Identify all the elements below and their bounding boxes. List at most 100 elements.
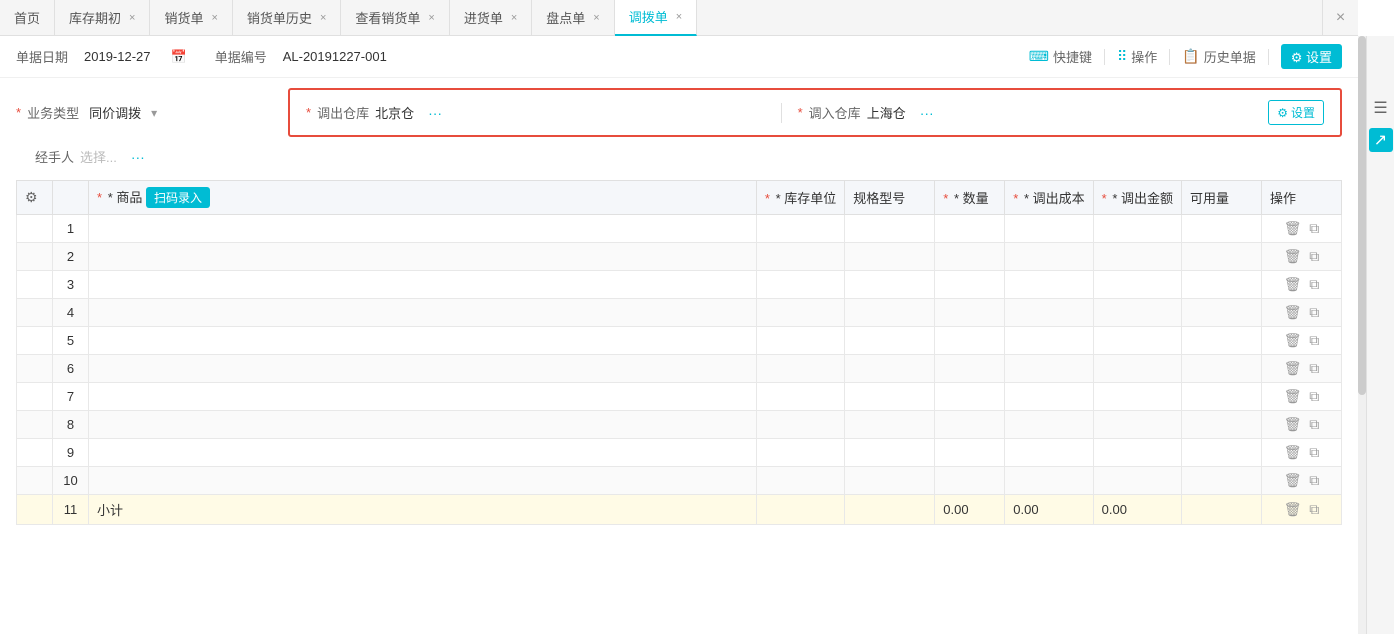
row-copy-icon[interactable]: ⧉ [1309, 472, 1319, 488]
row-product[interactable] [89, 215, 757, 243]
row-spec[interactable] [845, 271, 935, 299]
transfer-out-more[interactable]: ··· [428, 105, 442, 121]
row-unit[interactable] [756, 411, 844, 439]
row-delete-icon[interactable]: 🗑 [1284, 276, 1302, 292]
sidebar-list-icon[interactable]: ☰ [1369, 96, 1393, 120]
row-cost[interactable] [1005, 215, 1093, 243]
row-cost[interactable] [1005, 355, 1093, 383]
row-qty[interactable] [935, 383, 1005, 411]
tab-view-sales-close[interactable]: × [428, 12, 434, 24]
tab-bar-close-btn[interactable]: × [1322, 0, 1358, 36]
row-copy-icon[interactable]: ⧉ [1309, 276, 1319, 292]
row-copy-icon[interactable]: ⧉ [1309, 444, 1319, 460]
row-qty[interactable] [935, 271, 1005, 299]
row-product[interactable] [89, 411, 757, 439]
tab-sales-order[interactable]: 销货单 × [150, 0, 232, 36]
settings-btn[interactable]: ⚙ 设置 [1281, 44, 1342, 69]
row-spec[interactable] [845, 215, 935, 243]
tab-purchase-order[interactable]: 进货单 × [450, 0, 532, 36]
row-spec[interactable] [845, 439, 935, 467]
warehouse-settings-btn[interactable]: ⚙ 设置 [1268, 100, 1324, 125]
row-product[interactable] [89, 439, 757, 467]
row-qty[interactable] [935, 467, 1005, 495]
tab-transfer[interactable]: 调拨单 × [615, 0, 697, 36]
transfer-in-value[interactable]: 上海仓 [867, 103, 906, 122]
row-delete-icon[interactable]: 🗑 [1284, 332, 1302, 348]
row-cost[interactable] [1005, 271, 1093, 299]
row-qty[interactable] [935, 411, 1005, 439]
business-type-value[interactable]: 同价调拨 [85, 101, 145, 124]
row-delete-icon[interactable]: 🗑 [1284, 360, 1302, 376]
row-amount[interactable] [1093, 411, 1181, 439]
row-delete-icon[interactable]: 🗑 [1284, 388, 1302, 404]
transfer-out-value[interactable]: 北京仓 [375, 103, 414, 122]
row-cost[interactable] [1005, 299, 1093, 327]
row-unit[interactable] [756, 467, 844, 495]
operations-btn[interactable]: ⠿ 操作 [1117, 47, 1157, 66]
shortcut-btn[interactable]: ⌨ 快捷键 [1029, 47, 1092, 66]
row-delete-icon[interactable]: 🗑 [1284, 501, 1302, 517]
scroll-track[interactable] [1358, 36, 1366, 634]
row-unit[interactable] [756, 327, 844, 355]
row-copy-icon[interactable]: ⧉ [1309, 360, 1319, 376]
row-cost[interactable] [1005, 327, 1093, 355]
business-type-dropdown[interactable]: ▾ [151, 106, 157, 120]
row-copy-icon[interactable]: ⧉ [1309, 416, 1319, 432]
operator-more[interactable]: ··· [131, 149, 145, 165]
table-gear-icon[interactable]: ⚙ [25, 189, 38, 205]
row-unit[interactable] [756, 383, 844, 411]
row-amount[interactable] [1093, 299, 1181, 327]
tab-sales-order-close[interactable]: × [211, 12, 217, 24]
row-amount[interactable] [1093, 215, 1181, 243]
row-amount[interactable] [1093, 271, 1181, 299]
row-spec[interactable] [845, 411, 935, 439]
row-product[interactable] [89, 355, 757, 383]
history-btn[interactable]: 📋 历史单据 [1182, 47, 1255, 66]
row-cost[interactable] [1005, 411, 1093, 439]
row-amount[interactable] [1093, 467, 1181, 495]
tab-sales-history[interactable]: 销货单历史 × [233, 0, 341, 36]
row-copy-icon[interactable]: ⧉ [1309, 388, 1319, 404]
row-unit[interactable] [756, 215, 844, 243]
row-amount[interactable] [1093, 439, 1181, 467]
row-delete-icon[interactable]: 🗑 [1284, 248, 1302, 264]
tab-inventory-init[interactable]: 库存期初 × [55, 0, 150, 36]
tab-view-sales[interactable]: 查看销货单 × [341, 0, 449, 36]
row-copy-icon[interactable]: ⧉ [1309, 501, 1319, 517]
row-spec[interactable] [845, 383, 935, 411]
row-product[interactable] [89, 271, 757, 299]
row-spec[interactable] [845, 327, 935, 355]
row-cost[interactable] [1005, 383, 1093, 411]
sidebar-export-icon[interactable]: ↗ [1369, 128, 1393, 152]
row-unit[interactable] [756, 355, 844, 383]
row-copy-icon[interactable]: ⧉ [1309, 220, 1319, 236]
row-delete-icon[interactable]: 🗑 [1284, 444, 1302, 460]
row-product[interactable] [89, 299, 757, 327]
row-copy-icon[interactable]: ⧉ [1309, 332, 1319, 348]
row-qty[interactable] [935, 439, 1005, 467]
row-product[interactable] [89, 327, 757, 355]
row-amount[interactable] [1093, 243, 1181, 271]
row-amount[interactable] [1093, 355, 1181, 383]
row-spec[interactable] [845, 299, 935, 327]
tab-stocktake[interactable]: 盘点单 × [532, 0, 614, 36]
row-delete-icon[interactable]: 🗑 [1284, 416, 1302, 432]
row-product[interactable] [89, 383, 757, 411]
row-amount[interactable] [1093, 383, 1181, 411]
row-cost[interactable] [1005, 467, 1093, 495]
scan-btn[interactable]: 扫码录入 [146, 187, 210, 208]
tab-stocktake-close[interactable]: × [593, 12, 599, 24]
row-delete-icon[interactable]: 🗑 [1284, 304, 1302, 320]
row-copy-icon[interactable]: ⧉ [1309, 248, 1319, 264]
row-qty[interactable] [935, 355, 1005, 383]
transfer-in-more[interactable]: ··· [920, 105, 934, 121]
row-product[interactable] [89, 467, 757, 495]
row-copy-icon[interactable]: ⧉ [1309, 304, 1319, 320]
row-qty[interactable] [935, 299, 1005, 327]
tab-inventory-init-close[interactable]: × [129, 12, 135, 24]
row-qty[interactable] [935, 243, 1005, 271]
row-unit[interactable] [756, 271, 844, 299]
row-amount[interactable] [1093, 327, 1181, 355]
row-cost[interactable] [1005, 439, 1093, 467]
tab-transfer-close[interactable]: × [676, 11, 682, 23]
